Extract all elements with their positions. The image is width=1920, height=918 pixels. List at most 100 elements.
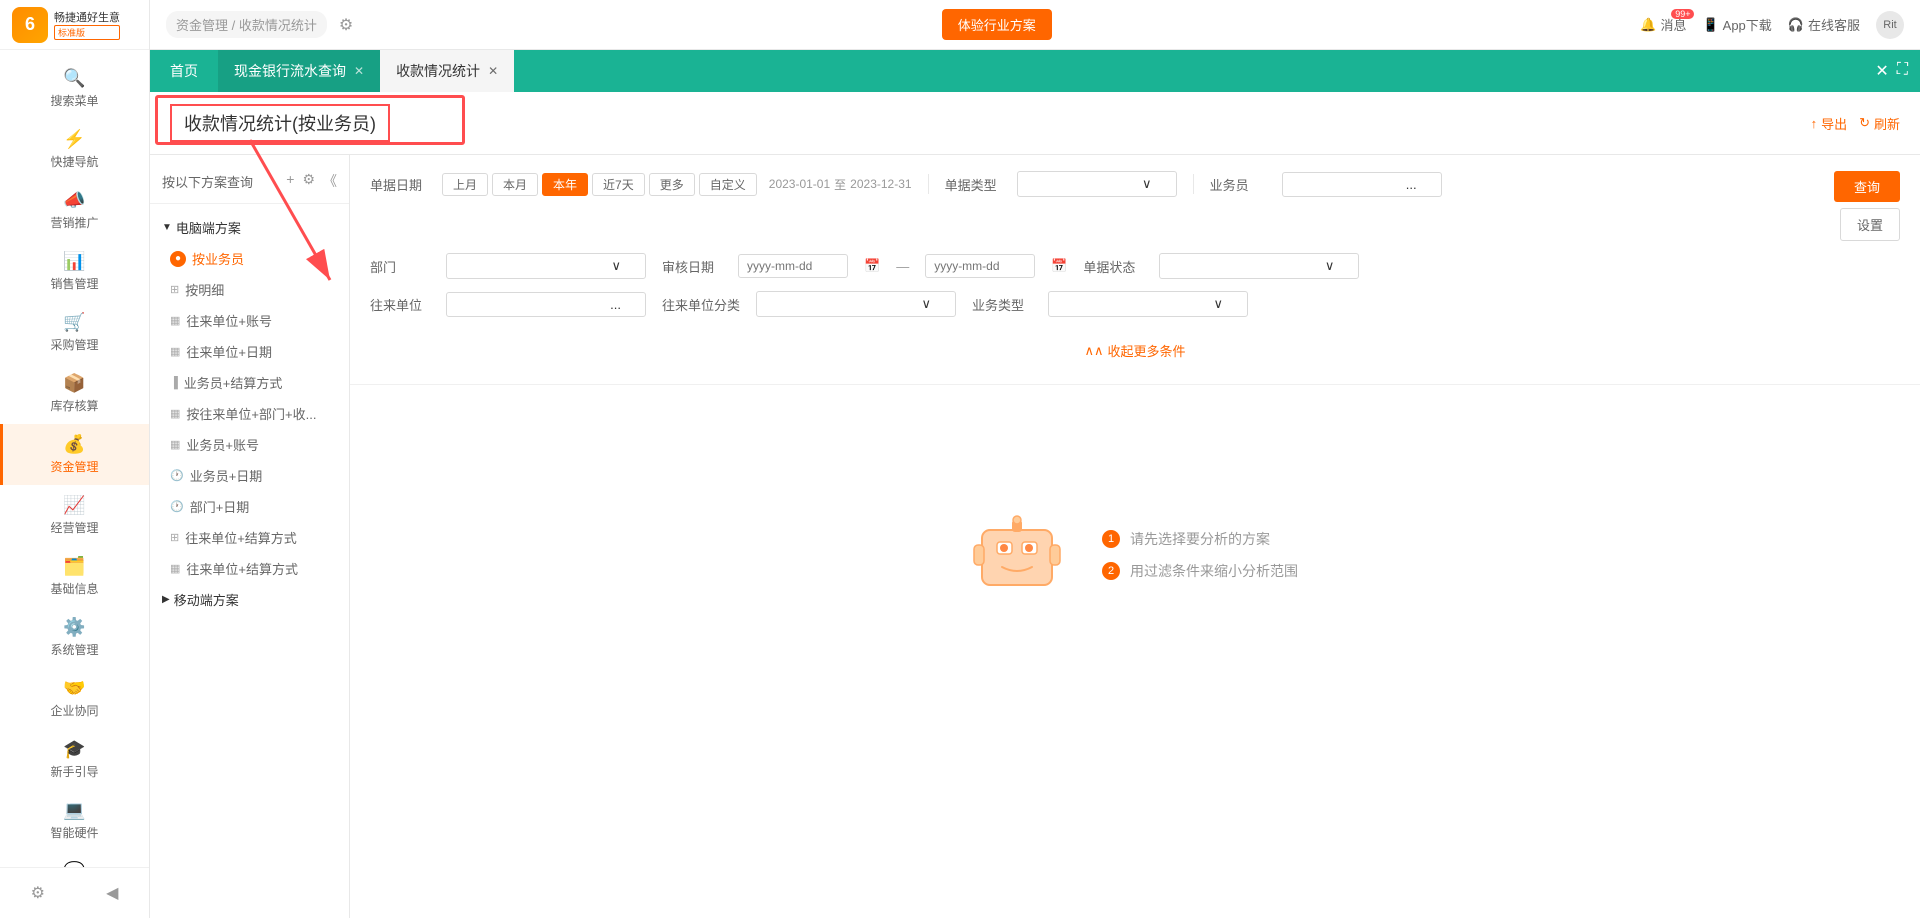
tree-category-desktop[interactable]: ▼ 电脑端方案 xyxy=(150,212,349,243)
date-btn-custom[interactable]: 自定义 xyxy=(699,173,757,196)
collapse-sidebar-icon[interactable]: ◀ xyxy=(101,878,123,908)
purchase-icon: 🛒 xyxy=(63,312,85,333)
sidebar-item-system[interactable]: ⚙️ 系统管理 xyxy=(0,607,149,668)
trial-button[interactable]: 体验行业方案 xyxy=(942,9,1052,40)
message-button[interactable]: 🔔 消息 99+ xyxy=(1640,15,1686,34)
header-right: 🔔 消息 99+ 📱 App下载 🎧 在线客服 Rit xyxy=(1640,11,1904,39)
salesperson-select[interactable]: ... xyxy=(1282,172,1442,197)
page-header: 收款情况统计(按业务员) ↑ 导出 ↻ 刷新 xyxy=(150,92,1920,155)
divider-1 xyxy=(928,174,929,194)
tree-item-salesperson-date[interactable]: 🕐 业务员+日期 xyxy=(150,460,349,491)
partner-category-select[interactable]: ∨ xyxy=(756,291,956,317)
left-panel: 按以下方案查询 + ⚙ 《 ▼ 电脑端方案 ● 按业务员 xyxy=(150,155,350,918)
sidebar-item-marketing[interactable]: 📣 营销推广 xyxy=(0,180,149,241)
partner-select[interactable]: ... xyxy=(446,292,646,317)
gear-icon[interactable]: ⚙ xyxy=(339,15,353,35)
doc-type-label: 单据类型 xyxy=(945,175,1005,194)
clock-icon-1: 🕐 xyxy=(170,469,184,482)
sidebar-item-wechat[interactable]: 💬 企业微信 xyxy=(0,851,149,867)
sidebar-item-finance[interactable]: 💰 资金管理 xyxy=(0,424,149,485)
window-buttons: ✕ ⛶ xyxy=(1863,61,1920,81)
doc-status-select[interactable]: ∨ xyxy=(1159,253,1359,279)
sidebar-item-quick[interactable]: ⚡ 快捷导航 xyxy=(0,119,149,180)
add-scheme-button[interactable]: + xyxy=(286,171,294,191)
collapse-panel-button[interactable]: 《 xyxy=(323,171,337,191)
review-date-end-input[interactable] xyxy=(925,254,1035,278)
tree-item-by-salesperson[interactable]: ● 按业务员 xyxy=(150,243,349,274)
cal-icon-2: 📅 xyxy=(1051,258,1067,274)
query-button[interactable]: 查询 xyxy=(1834,171,1900,202)
sidebar-item-basic[interactable]: 🗂️ 基础信息 xyxy=(0,546,149,607)
tree-item-partner-dept-receipt[interactable]: ▦ 按往来单位+部门+收... xyxy=(150,398,349,429)
doc-type-select[interactable]: ∨ xyxy=(1017,171,1177,197)
window-close-icon[interactable]: ✕ xyxy=(1875,61,1888,81)
sidebar-item-search[interactable]: 🔍 搜索菜单 xyxy=(0,58,149,119)
sidebar-item-operations[interactable]: 📈 经营管理 xyxy=(0,485,149,546)
tree-item-partner-date[interactable]: ▦ 往来单位+日期 xyxy=(150,336,349,367)
date-btn-more[interactable]: 更多 xyxy=(649,173,695,196)
collapse-icon: ∧∧ xyxy=(1084,343,1103,359)
marketing-icon: 📣 xyxy=(63,190,85,211)
tab-home[interactable]: 首页 xyxy=(150,50,218,92)
right-panel: 单据日期 上月 本月 本年 近7天 更多 自定义 2023-01-01 xyxy=(350,155,1920,918)
date-btn-this-month[interactable]: 本月 xyxy=(492,173,538,196)
settings-bottom-icon[interactable]: ⚙ xyxy=(26,878,50,908)
sidebar-item-sales[interactable]: 📊 销售管理 xyxy=(0,241,149,302)
tree-item-partner-settlement2[interactable]: ▦ 往来单位+结算方式 xyxy=(150,553,349,584)
empty-illustration xyxy=(972,510,1062,600)
wechat-icon: 💬 xyxy=(63,861,85,867)
empty-steps-list: 1 请先选择要分析的方案 2 用过滤条件来缩小分析范围 xyxy=(1102,529,1298,581)
tree-item-salesperson-account[interactable]: ▦ 业务员+账号 xyxy=(150,429,349,460)
finance-icon: 💰 xyxy=(63,434,85,455)
sidebar-item-enterprise[interactable]: 🤝 企业协同 xyxy=(0,668,149,729)
sidebar-item-guide[interactable]: 🎓 新手引导 xyxy=(0,729,149,790)
setting-button[interactable]: 设置 xyxy=(1840,208,1900,241)
date-range: 2023-01-01 至 2023-12-31 xyxy=(769,176,912,193)
tree-item-salesperson-settlement[interactable]: ▐ 业务员+结算方式 xyxy=(150,367,349,398)
active-scheme-icon: ● xyxy=(170,251,186,267)
sidebar-item-hardware[interactable]: 💻 智能硬件 xyxy=(0,790,149,851)
panel-header: 按以下方案查询 + ⚙ 《 xyxy=(150,167,349,204)
review-date-start-input[interactable] xyxy=(738,254,848,278)
tab-bank[interactable]: 现金银行流水查询 ✕ xyxy=(218,50,380,92)
tree-item-partner-account[interactable]: ▦ 往来单位+账号 xyxy=(150,305,349,336)
tree-item-partner-settlement1[interactable]: ⊞ 往来单位+结算方式 xyxy=(150,522,349,553)
date-options: 上月 本月 本年 近7天 更多 自定义 xyxy=(442,173,757,196)
breadcrumb: 资金管理 / 收款情况统计 xyxy=(166,11,327,38)
export-button[interactable]: ↑ 导出 xyxy=(1811,114,1848,133)
refresh-button[interactable]: ↻ 刷新 xyxy=(1859,114,1900,133)
service-icon: 🎧 xyxy=(1788,17,1804,33)
online-service-button[interactable]: 🎧 在线客服 xyxy=(1788,15,1860,34)
chart-icon: ▐ xyxy=(170,377,178,389)
filter-row-3: 往来单位 ... 往来单位分类 ∨ 业务类型 xyxy=(370,291,1900,317)
table-icon-1: ▦ xyxy=(170,314,180,327)
biz-type-select[interactable]: ∨ xyxy=(1048,291,1248,317)
page-content: 收款情况统计(按业务员) ↑ 导出 ↻ 刷新 按以下方案查询 + xyxy=(150,92,1920,918)
window-maximize-icon[interactable]: ⛶ xyxy=(1897,61,1908,81)
dept-select[interactable]: ∨ xyxy=(446,253,646,279)
detail-icon: ⊞ xyxy=(170,283,179,296)
page-title: 收款情况统计(按业务员) xyxy=(170,104,390,142)
empty-state: 1 请先选择要分析的方案 2 用过滤条件来缩小分析范围 xyxy=(350,385,1920,725)
date-btn-last-month[interactable]: 上月 xyxy=(442,173,488,196)
tab-receipt[interactable]: 收款情况统计 ✕ xyxy=(380,50,514,92)
tree-item-dept-date[interactable]: 🕐 部门+日期 xyxy=(150,491,349,522)
avatar: Rit xyxy=(1876,11,1904,39)
collapse-filters-button[interactable]: ∧∧ 收起更多条件 xyxy=(1076,333,1193,368)
sales-icon: 📊 xyxy=(63,251,85,272)
tab-receipt-close[interactable]: ✕ xyxy=(488,64,498,78)
hardware-icon: 💻 xyxy=(63,800,85,821)
quick-icon: ⚡ xyxy=(63,129,85,150)
tab-bank-close[interactable]: ✕ xyxy=(354,64,364,78)
step-2-number: 2 xyxy=(1102,562,1120,580)
date-btn-7days[interactable]: 近7天 xyxy=(592,173,645,196)
tree-item-by-detail[interactable]: ⊞ 按明细 xyxy=(150,274,349,305)
date-label: 单据日期 xyxy=(370,175,430,194)
sidebar-item-purchase[interactable]: 🛒 采购管理 xyxy=(0,302,149,363)
sidebar-item-inventory[interactable]: 📦 库存核算 xyxy=(0,363,149,424)
app-download-button[interactable]: 📱 App下载 xyxy=(1702,15,1771,34)
tree-category-mobile[interactable]: ▶ 移动端方案 xyxy=(150,584,349,615)
partner-category-label: 往来单位分类 xyxy=(662,295,740,314)
scheme-settings-icon[interactable]: ⚙ xyxy=(302,171,315,191)
date-btn-this-year[interactable]: 本年 xyxy=(542,173,588,196)
